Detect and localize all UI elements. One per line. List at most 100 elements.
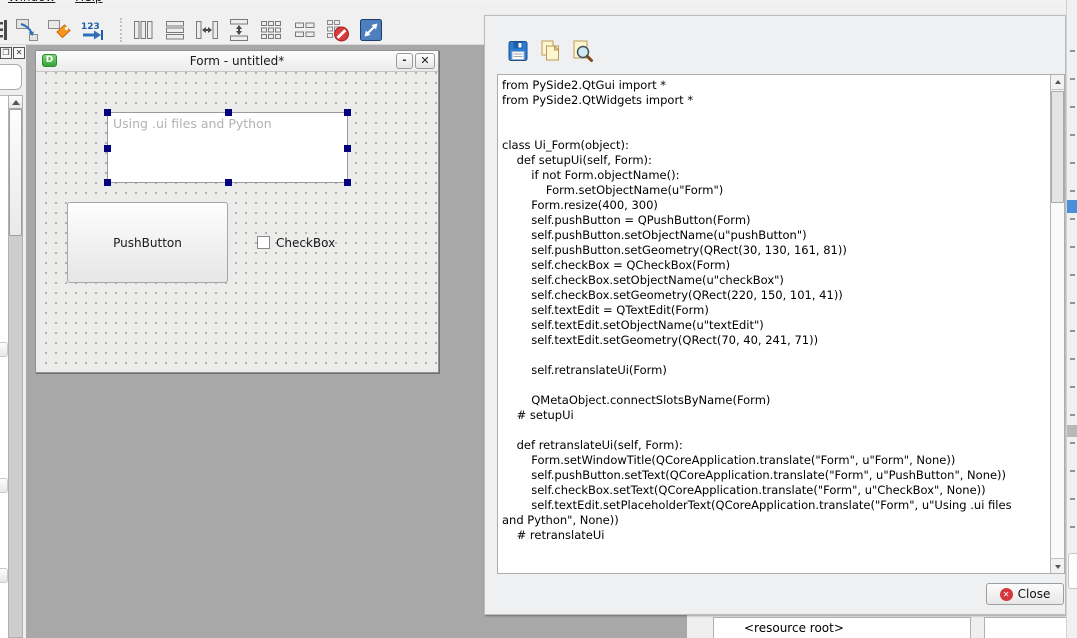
scroll-up-icon[interactable] <box>9 96 22 109</box>
break-layout-icon[interactable] <box>324 17 350 43</box>
code-line: self.textEdit.setPlaceholderText(QCoreAp… <box>502 498 1050 513</box>
edit-widgets-icon[interactable] <box>0 17 10 43</box>
selected-row-edge <box>1067 200 1077 213</box>
code-line: self.pushButton.setObjectName(u"pushButt… <box>502 228 1050 243</box>
toolbar-separator <box>120 18 122 42</box>
dock-close-icon[interactable]: ✕ <box>13 47 25 59</box>
header-row-edge <box>1067 425 1077 437</box>
resize-handle[interactable] <box>104 145 111 152</box>
panel-edge-box <box>1068 553 1077 589</box>
form-canvas[interactable]: Using .ui files and Python PushButton Ch… <box>37 72 437 371</box>
layout-grid-icon[interactable] <box>258 17 284 43</box>
svg-text:123: 123 <box>81 22 100 32</box>
resource-root-item[interactable]: <resource root> <box>744 621 844 635</box>
widget-category-header[interactable] <box>0 342 8 357</box>
code-line: class Ui_Form(object): <box>502 138 1050 153</box>
close-circle-icon: ✕ <box>1000 588 1013 601</box>
code-line: self.retranslateUi(Form) <box>502 363 1050 378</box>
scroll-down-icon[interactable] <box>1051 558 1064 573</box>
layout-horizontal-icon[interactable] <box>130 17 156 43</box>
resource-browser-panel: <resource root> <box>713 617 971 638</box>
layout-horizontal-splitter-icon[interactable] <box>194 17 220 43</box>
close-button-label: Close <box>1018 587 1051 601</box>
code-line: # setupUi <box>502 408 1050 423</box>
code-line <box>502 423 1050 438</box>
tree-branch-marks <box>1070 50 1075 550</box>
form-window-title: Form - untitled* <box>36 54 438 68</box>
code-line: Form.resize(400, 300) <box>502 198 1050 213</box>
form-designer-window[interactable]: D Form - untitled* - ✕ Using .ui files a… <box>35 50 439 373</box>
code-preview-dialog: from PySide2.QtGui import *from PySide2.… <box>484 15 1066 615</box>
code-text: from PySide2.QtGui import *from PySide2.… <box>498 75 1050 573</box>
code-line: self.pushButton = QPushButton(Form) <box>502 213 1050 228</box>
close-window-button[interactable]: ✕ <box>415 53 435 69</box>
menu-window[interactable]: Window <box>8 0 55 4</box>
form-window-titlebar[interactable]: D Form - untitled* - ✕ <box>36 51 438 72</box>
code-line <box>502 108 1050 123</box>
pushbutton-label: PushButton <box>113 236 182 250</box>
widget-filter-input[interactable] <box>0 64 22 90</box>
edit-tab-order-icon[interactable]: 123 <box>78 17 104 43</box>
resize-handle[interactable] <box>225 179 232 186</box>
code-line <box>502 348 1050 363</box>
scroll-up-icon[interactable] <box>1051 75 1064 90</box>
layout-vertical-splitter-icon[interactable] <box>226 17 252 43</box>
resize-handle[interactable] <box>344 145 351 152</box>
resize-handle[interactable] <box>344 109 351 116</box>
checkbox-widget[interactable]: CheckBox <box>257 222 358 263</box>
code-line: if not Form.objectName(): <box>502 168 1050 183</box>
code-line: self.textEdit.setGeometry(QRect(70, 40, … <box>502 333 1050 348</box>
scrollbar-thumb[interactable] <box>1051 91 1064 203</box>
widget-box-list[interactable] <box>0 95 8 638</box>
code-line: QMetaObject.connectSlotsByName(Form) <box>502 393 1050 408</box>
textedit-placeholder: Using .ui files and Python <box>113 116 272 131</box>
close-button[interactable]: ✕ Close <box>986 583 1064 605</box>
code-line: self.textEdit = QTextEdit(Form) <box>502 303 1050 318</box>
minimize-button[interactable]: - <box>396 53 413 69</box>
textedit-widget[interactable]: Using .ui files and Python <box>107 112 348 183</box>
scrollbar-thumb[interactable] <box>9 109 22 236</box>
resource-browser-panel-right <box>984 617 1077 638</box>
code-line: from PySide2.QtGui import * <box>502 78 1050 93</box>
right-panel-edge <box>1066 0 1077 638</box>
resize-handle[interactable] <box>344 179 351 186</box>
pushbutton-widget[interactable]: PushButton <box>67 202 228 283</box>
edit-signals-slots-icon[interactable] <box>14 17 40 43</box>
save-icon[interactable] <box>506 39 530 63</box>
code-line: from PySide2.QtWidgets import * <box>502 93 1050 108</box>
code-line: self.pushButton.setText(QCoreApplication… <box>502 468 1050 483</box>
resize-handle[interactable] <box>104 179 111 186</box>
widget-category-header[interactable] <box>0 478 8 493</box>
code-line: def setupUi(self, Form): <box>502 153 1050 168</box>
code-view[interactable]: from PySide2.QtGui import *from PySide2.… <box>497 74 1065 574</box>
code-line: def retranslateUi(self, Form): <box>502 438 1050 453</box>
code-line: self.pushButton.setGeometry(QRect(30, 13… <box>502 243 1050 258</box>
resize-handle[interactable] <box>104 109 111 116</box>
edit-buddies-icon[interactable] <box>46 17 72 43</box>
widget-category-header[interactable] <box>0 568 8 583</box>
code-line: self.checkBox.setObjectName(u"checkBox") <box>502 273 1050 288</box>
code-line: Form.setWindowTitle(QCoreApplication.tra… <box>502 453 1050 468</box>
code-line: Form.setObjectName(u"Form") <box>502 183 1050 198</box>
layout-vertical-icon[interactable] <box>162 17 188 43</box>
copy-icon[interactable] <box>538 39 562 63</box>
code-line: self.checkBox.setGeometry(QRect(220, 150… <box>502 288 1050 303</box>
adjust-size-icon[interactable] <box>358 17 384 43</box>
resize-handle[interactable] <box>225 109 232 116</box>
menu-help[interactable]: Help <box>75 0 102 4</box>
code-line <box>502 123 1050 138</box>
code-line <box>502 378 1050 393</box>
code-line: and Python", None)) <box>502 513 1050 528</box>
code-line: # retranslateUi <box>502 528 1050 543</box>
checkbox-box[interactable] <box>257 236 270 249</box>
code-line: self.checkBox = QCheckBox(Form) <box>502 258 1050 273</box>
code-scrollbar[interactable] <box>1050 75 1064 573</box>
find-icon[interactable] <box>570 39 594 63</box>
checkbox-label: CheckBox <box>276 236 335 250</box>
dock-float-icon[interactable]: ❐ <box>0 47 12 59</box>
widget-box-dock: ❐ ✕ <box>0 45 26 638</box>
code-line: self.textEdit.setObjectName(u"textEdit") <box>502 318 1050 333</box>
widget-box-scrollbar[interactable] <box>8 95 23 638</box>
code-line: self.checkBox.setText(QCoreApplication.t… <box>502 483 1050 498</box>
layout-form-icon[interactable] <box>292 17 318 43</box>
